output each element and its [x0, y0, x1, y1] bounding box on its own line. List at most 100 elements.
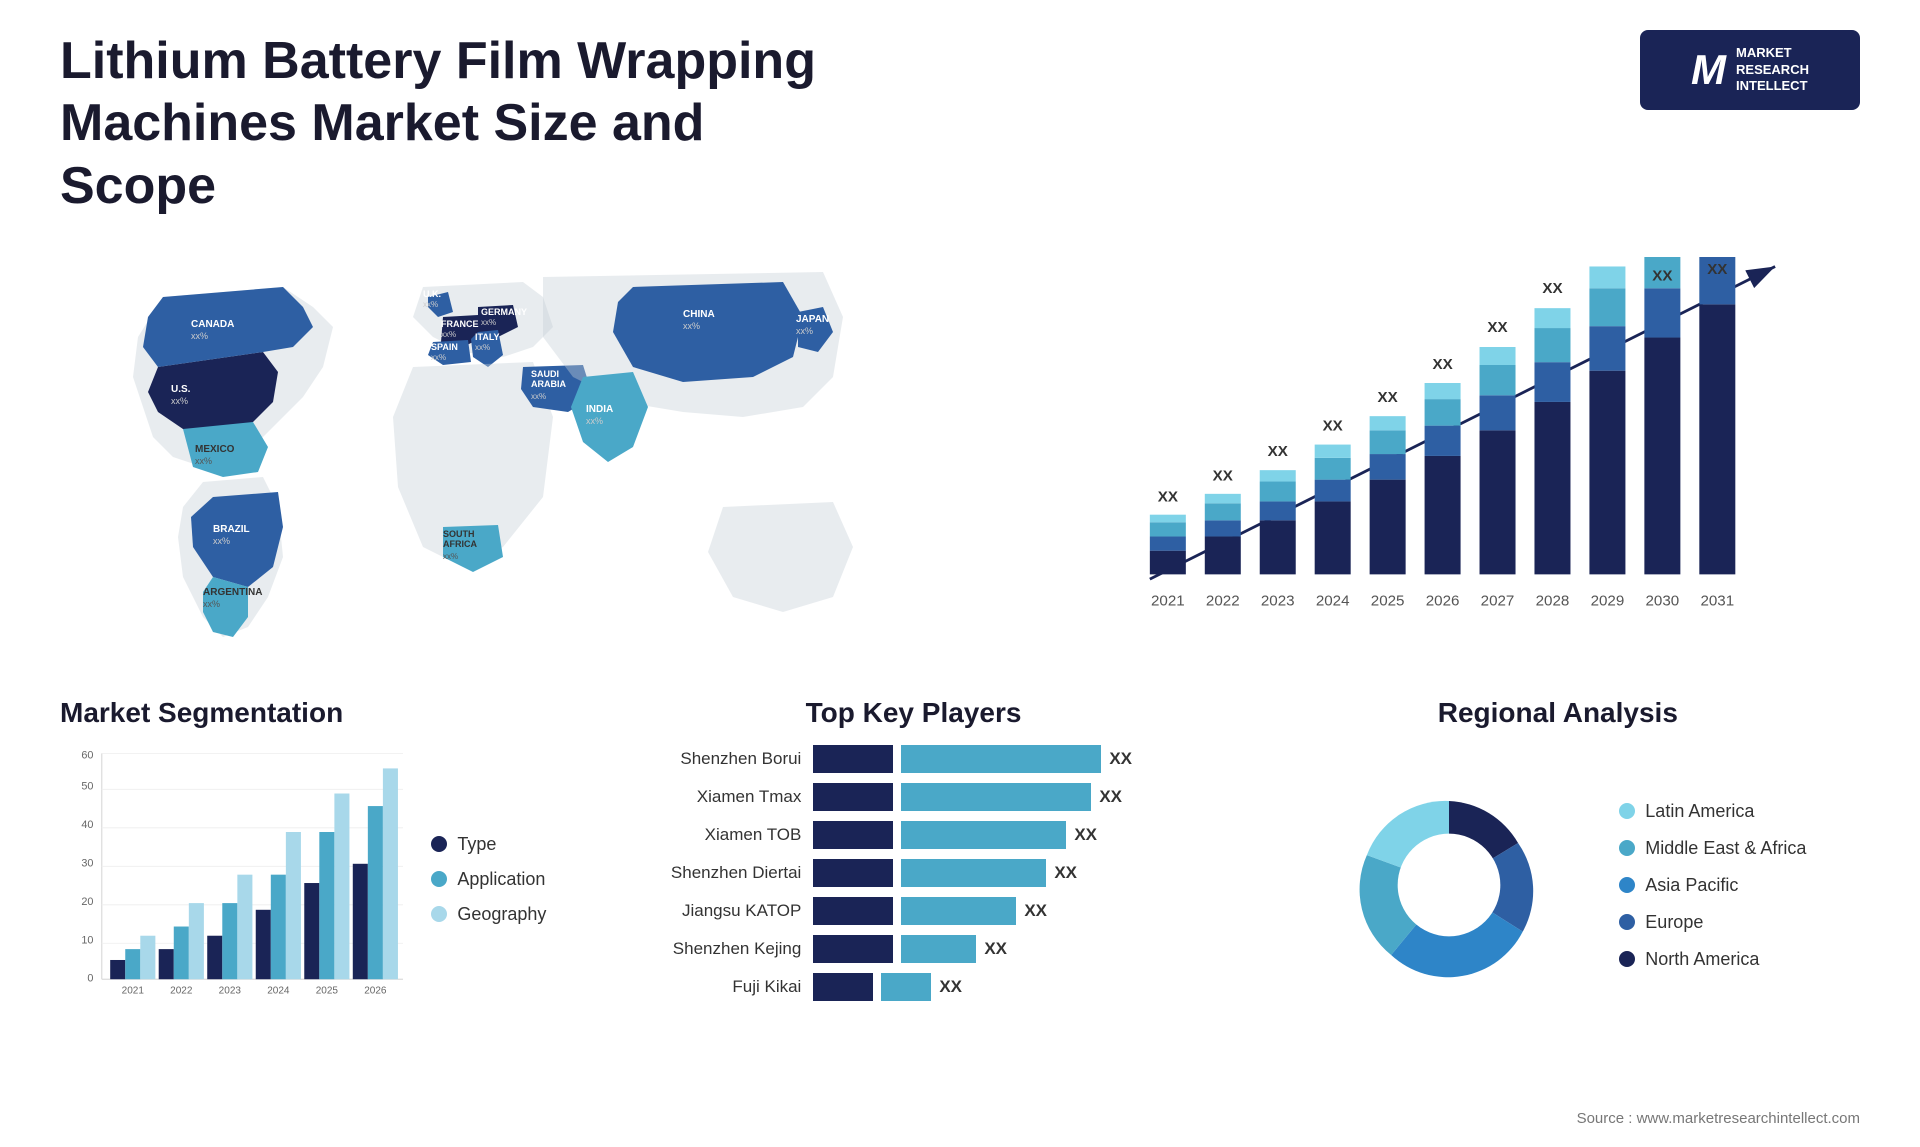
- bar-light-fuji: [881, 973, 931, 1001]
- svg-text:SOUTH: SOUTH: [443, 529, 475, 539]
- svg-text:XX: XX: [1268, 443, 1288, 460]
- svg-text:xx%: xx%: [171, 396, 188, 406]
- svg-text:FRANCE: FRANCE: [441, 319, 479, 329]
- svg-text:xx%: xx%: [586, 416, 603, 426]
- svg-text:2027: 2027: [1481, 593, 1515, 610]
- latin-america-label: Latin America: [1645, 801, 1754, 822]
- regional-content: Latin America Middle East & Africa Asia …: [1256, 745, 1860, 1025]
- bar-dark-diertai: [813, 859, 893, 887]
- latin-america-dot: [1619, 803, 1635, 819]
- bottom-section: Market Segmentation 0 10 20 30 40 50 60: [60, 697, 1860, 1117]
- svg-text:SAUDI: SAUDI: [531, 369, 559, 379]
- svg-text:XX: XX: [1597, 257, 1617, 261]
- svg-text:50: 50: [81, 781, 93, 793]
- svg-text:XX: XX: [1323, 418, 1343, 435]
- svg-text:2024: 2024: [267, 986, 290, 997]
- segmentation-svg: 0 10 20 30 40 50 60: [60, 745, 411, 1013]
- svg-text:2031: 2031: [1700, 593, 1734, 610]
- header: Lithium Battery Film Wrapping Machines M…: [60, 30, 1860, 217]
- bar-dark-kejing: [813, 935, 893, 963]
- middle-east-dot: [1619, 840, 1635, 856]
- player-row-borui: Shenzhen Borui XX: [621, 745, 1205, 773]
- logo-text-block: MARKET RESEARCH INTELLECT: [1736, 45, 1809, 96]
- segmentation-title: Market Segmentation: [60, 697, 571, 729]
- player-name-kejing: Shenzhen Kejing: [621, 939, 801, 959]
- type-dot: [431, 836, 447, 852]
- player-bar-katop: XX: [813, 897, 1205, 925]
- svg-text:2021: 2021: [1151, 593, 1185, 610]
- player-bar-kejing: XX: [813, 935, 1205, 963]
- svg-text:AFRICA: AFRICA: [443, 539, 477, 549]
- svg-text:xx%: xx%: [683, 321, 700, 331]
- player-name-tob: Xiamen TOB: [621, 825, 801, 845]
- players-panel: Top Key Players Shenzhen Borui XX Xiamen…: [611, 697, 1215, 1117]
- svg-text:2029: 2029: [1591, 593, 1625, 610]
- svg-text:xx%: xx%: [475, 343, 490, 352]
- player-name-tmax: Xiamen Tmax: [621, 787, 801, 807]
- svg-text:xx%: xx%: [531, 392, 546, 401]
- bar-light-diertai: [901, 859, 1046, 887]
- svg-text:xx%: xx%: [431, 353, 446, 362]
- geography-label: Geography: [457, 904, 546, 925]
- svg-text:U.S.: U.S.: [171, 384, 191, 395]
- player-name-diertai: Shenzhen Diertai: [621, 863, 801, 883]
- players-chart: Shenzhen Borui XX Xiamen Tmax XX: [611, 745, 1215, 1001]
- svg-text:2023: 2023: [219, 986, 242, 997]
- segmentation-panel: Market Segmentation 0 10 20 30 40 50 60: [60, 697, 571, 1117]
- europe-label: Europe: [1645, 912, 1703, 933]
- application-dot: [431, 871, 447, 887]
- seg-chart-area: 0 10 20 30 40 50 60: [60, 745, 571, 1013]
- bar-light-tob: [901, 821, 1066, 849]
- svg-text:xx%: xx%: [796, 326, 813, 336]
- page-title: Lithium Battery Film Wrapping Machines M…: [60, 30, 860, 217]
- svg-text:2026: 2026: [364, 986, 387, 997]
- legend-middle-east: Middle East & Africa: [1619, 838, 1806, 859]
- svg-text:30: 30: [81, 857, 93, 869]
- type-label: Type: [457, 834, 496, 855]
- svg-text:ARABIA: ARABIA: [531, 379, 566, 389]
- svg-text:2028: 2028: [1536, 593, 1570, 610]
- europe-dot: [1619, 914, 1635, 930]
- logo-letter: M: [1691, 46, 1726, 94]
- north-america-dot: [1619, 951, 1635, 967]
- player-xx-fuji: XX: [939, 977, 962, 997]
- svg-text:40: 40: [81, 819, 93, 831]
- player-xx-tmax: XX: [1099, 787, 1122, 807]
- seg-legend: Type Application Geography: [431, 834, 571, 925]
- player-row-kejing: Shenzhen Kejing XX: [621, 935, 1205, 963]
- logo-box: M MARKET RESEARCH INTELLECT: [1640, 30, 1860, 110]
- svg-text:xx%: xx%: [213, 536, 230, 546]
- svg-text:XX: XX: [1487, 319, 1507, 336]
- svg-text:ITALY: ITALY: [475, 332, 500, 342]
- bar-light-kejing: [901, 935, 976, 963]
- svg-text:xx%: xx%: [481, 318, 496, 327]
- player-bar-borui: XX: [813, 745, 1205, 773]
- player-row-diertai: Shenzhen Diertai XX: [621, 859, 1205, 887]
- player-xx-tob: XX: [1074, 825, 1097, 845]
- map-container: CANADA xx% U.S. xx% MEXICO xx% BRAZIL xx…: [60, 237, 1006, 657]
- player-name-katop: Jiangsu KATOP: [621, 901, 801, 921]
- svg-text:BRAZIL: BRAZIL: [213, 524, 250, 535]
- regional-title: Regional Analysis: [1256, 697, 1860, 729]
- svg-text:2022: 2022: [170, 986, 193, 997]
- legend-application: Application: [431, 869, 571, 890]
- top-section: CANADA xx% U.S. xx% MEXICO xx% BRAZIL xx…: [60, 237, 1860, 657]
- bar-chart-container: XX XX XX XX: [1046, 237, 1860, 657]
- world-map-svg: CANADA xx% U.S. xx% MEXICO xx% BRAZIL xx…: [60, 237, 1006, 657]
- bar-dark-borui: [813, 745, 893, 773]
- middle-east-label: Middle East & Africa: [1645, 838, 1806, 859]
- legend-type: Type: [431, 834, 571, 855]
- svg-text:INDIA: INDIA: [586, 404, 613, 415]
- legend-geography: Geography: [431, 904, 571, 925]
- bar-dark-fuji: [813, 973, 873, 1001]
- application-label: Application: [457, 869, 545, 890]
- player-xx-diertai: XX: [1054, 863, 1077, 883]
- player-bar-tob: XX: [813, 821, 1205, 849]
- svg-text:XX: XX: [1707, 261, 1727, 278]
- donut-chart-container: [1309, 745, 1589, 1025]
- regional-panel: Regional Analysis: [1256, 697, 1860, 1117]
- svg-text:0: 0: [87, 973, 93, 985]
- player-bar-diertai: XX: [813, 859, 1205, 887]
- legend-latin-america: Latin America: [1619, 801, 1806, 822]
- svg-text:ARGENTINA: ARGENTINA: [203, 587, 262, 598]
